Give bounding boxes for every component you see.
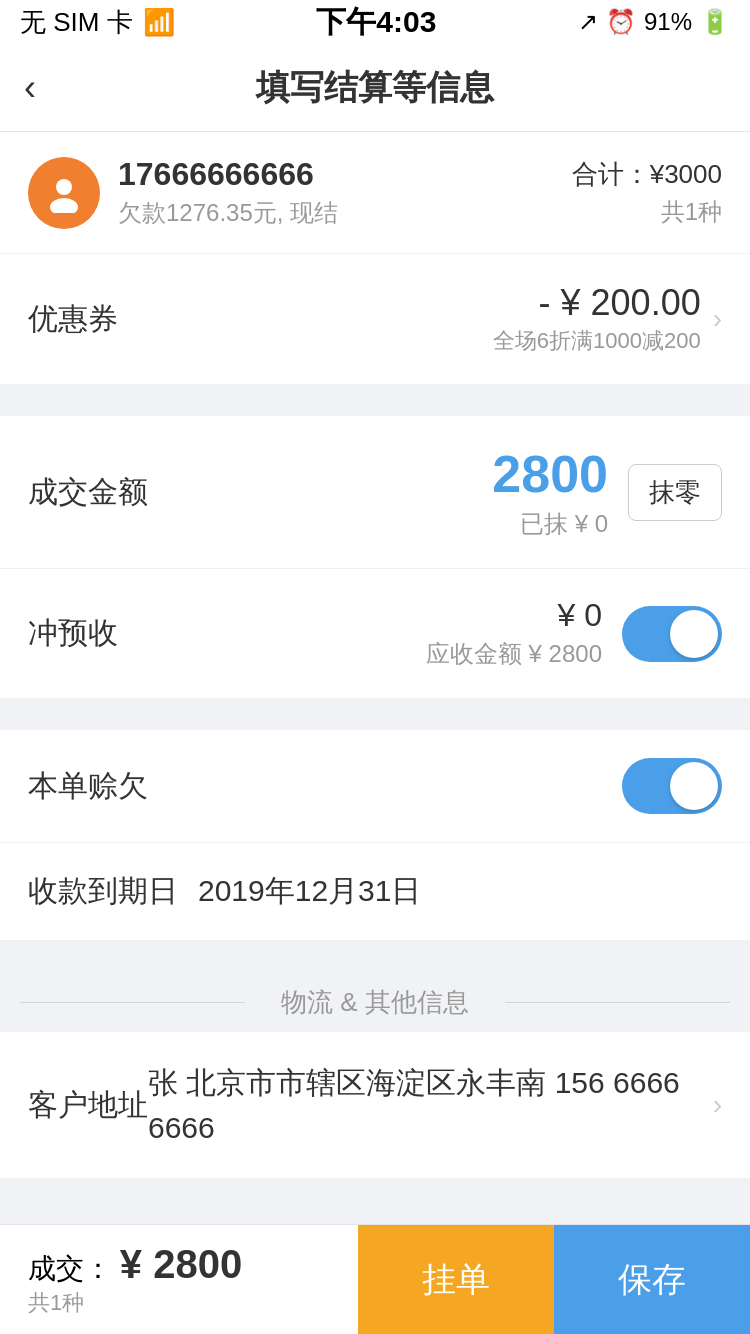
logistics-divider: 物流 & 其他信息 xyxy=(0,972,750,1032)
debit-card: 本单赊欠 收款到期日 2019年12月31日 xyxy=(0,730,750,940)
duedate-row: 收款到期日 2019年12月31日 xyxy=(28,871,722,912)
item-count: 共1种 xyxy=(572,196,722,228)
alarm-icon: ⏰ xyxy=(606,8,636,36)
prepay-receivable: 应收金额 ¥ 2800 xyxy=(426,638,602,670)
address-value: 张 北京市市辖区海淀区永丰南 156 6666 6666 xyxy=(148,1060,713,1150)
chevron-right-icon: › xyxy=(713,303,722,335)
nav-title: 填写结算等信息 xyxy=(256,65,494,111)
bottom-summary: 成交： ¥ 2800 共1种 xyxy=(0,1242,358,1318)
bottom-summary-line1: 成交： ¥ 2800 xyxy=(28,1242,330,1288)
prepay-row: 冲预收 ¥ 0 应收金额 ¥ 2800 xyxy=(28,597,722,670)
save-button[interactable]: 保存 xyxy=(554,1225,750,1335)
customer-left: 17666666666 欠款1276.35元, 现结 xyxy=(28,156,338,229)
coupon-row[interactable]: 优惠券 - ¥ 200.00 全场6折满1000减200 › xyxy=(0,253,750,384)
svg-point-1 xyxy=(50,198,78,213)
coupon-label: 优惠券 xyxy=(28,299,118,340)
divider-line-left xyxy=(20,1002,245,1003)
customer-info: 17666666666 欠款1276.35元, 现结 xyxy=(118,156,338,229)
round-button[interactable]: 抹零 xyxy=(628,464,722,521)
svg-point-0 xyxy=(56,179,72,195)
address-section[interactable]: 客户地址 张 北京市市辖区海淀区永丰南 156 6666 6666 › xyxy=(0,1032,750,1178)
status-bar: 无 SIM 卡 📶 下午4:03 ↗ ⏰ 91% 🔋 xyxy=(0,0,750,44)
content: 17666666666 欠款1276.35元, 现结 合计：¥3000 共1种 … xyxy=(0,132,750,1334)
sim-status: 无 SIM 卡 xyxy=(20,5,133,40)
address-card: 客户地址 张 北京市市辖区海淀区永丰南 156 6666 6666 › xyxy=(0,1032,750,1178)
prepay-toggle[interactable] xyxy=(622,606,722,662)
logistics-text: 物流 & 其他信息 xyxy=(281,985,469,1020)
amount-section: 成交金额 2800 已抹 ¥ 0 抹零 xyxy=(0,416,750,568)
battery-icon: 🔋 xyxy=(700,8,730,36)
total-label: 合计：¥3000 xyxy=(572,157,722,192)
bottom-sub: 共1种 xyxy=(28,1288,330,1318)
prepay-right: ¥ 0 应收金额 ¥ 2800 xyxy=(426,597,722,670)
debit-toggle[interactable] xyxy=(622,758,722,814)
amount-card: 成交金额 2800 已抹 ¥ 0 抹零 冲预收 ¥ 0 应收金额 ¥ 2800 xyxy=(0,416,750,698)
location-icon: ↗ xyxy=(578,8,598,36)
nav-bar: ‹ 填写结算等信息 xyxy=(0,44,750,132)
prepay-values: ¥ 0 应收金额 ¥ 2800 xyxy=(426,597,602,670)
coupon-right: - ¥ 200.00 全场6折满1000减200 › xyxy=(493,282,722,356)
battery-level: 91% xyxy=(644,8,692,36)
section-gap-1 xyxy=(0,400,750,416)
bottom-bar: 成交： ¥ 2800 共1种 挂单 保存 xyxy=(0,1224,750,1334)
amount-value: 2800 xyxy=(492,444,608,504)
section-gap-2 xyxy=(0,714,750,730)
coupon-desc: 全场6折满1000减200 xyxy=(493,326,701,356)
back-button[interactable]: ‹ xyxy=(24,67,36,109)
coupon-discount: - ¥ 200.00 全场6折满1000减200 xyxy=(493,282,701,356)
duedate-section: 收款到期日 2019年12月31日 xyxy=(0,842,750,940)
amount-row: 成交金额 2800 已抹 ¥ 0 抹零 xyxy=(28,444,722,540)
hang-button[interactable]: 挂单 xyxy=(358,1225,554,1335)
status-time: 下午4:03 xyxy=(316,2,436,43)
customer-card: 17666666666 欠款1276.35元, 现结 合计：¥3000 共1种 … xyxy=(0,132,750,384)
prepay-label: 冲预收 xyxy=(28,613,118,654)
customer-debt: 欠款1276.35元, 现结 xyxy=(118,197,338,229)
debit-label: 本单赊欠 xyxy=(28,766,148,807)
status-right: ↗ ⏰ 91% 🔋 xyxy=(578,8,730,36)
customer-total: 合计：¥3000 共1种 xyxy=(572,157,722,228)
avatar xyxy=(28,157,100,229)
prepay-section: 冲预收 ¥ 0 应收金额 ¥ 2800 xyxy=(0,568,750,698)
bottom-value: ¥ 2800 xyxy=(120,1242,242,1286)
duedate-value: 2019年12月31日 xyxy=(198,871,421,912)
bottom-label: 成交： xyxy=(28,1253,112,1284)
status-left: 无 SIM 卡 📶 xyxy=(20,5,175,40)
wifi-icon: 📶 xyxy=(143,7,175,38)
amount-label: 成交金额 xyxy=(28,472,148,513)
address-label: 客户地址 xyxy=(28,1085,148,1126)
amount-erased: 已抹 ¥ 0 xyxy=(492,508,608,540)
debit-section: 本单赊欠 xyxy=(0,730,750,842)
amount-value-wrap: 2800 已抹 ¥ 0 xyxy=(492,444,608,540)
coupon-amount: - ¥ 200.00 xyxy=(493,282,701,324)
section-gap-3 xyxy=(0,956,750,972)
customer-row: 17666666666 欠款1276.35元, 现结 合计：¥3000 共1种 xyxy=(0,132,750,253)
duedate-label: 收款到期日 xyxy=(28,871,178,912)
prepay-amount: ¥ 0 xyxy=(426,597,602,634)
divider-line-right xyxy=(505,1002,730,1003)
address-chevron-icon: › xyxy=(713,1089,722,1121)
amount-right: 2800 已抹 ¥ 0 抹零 xyxy=(492,444,722,540)
customer-phone: 17666666666 xyxy=(118,156,338,193)
